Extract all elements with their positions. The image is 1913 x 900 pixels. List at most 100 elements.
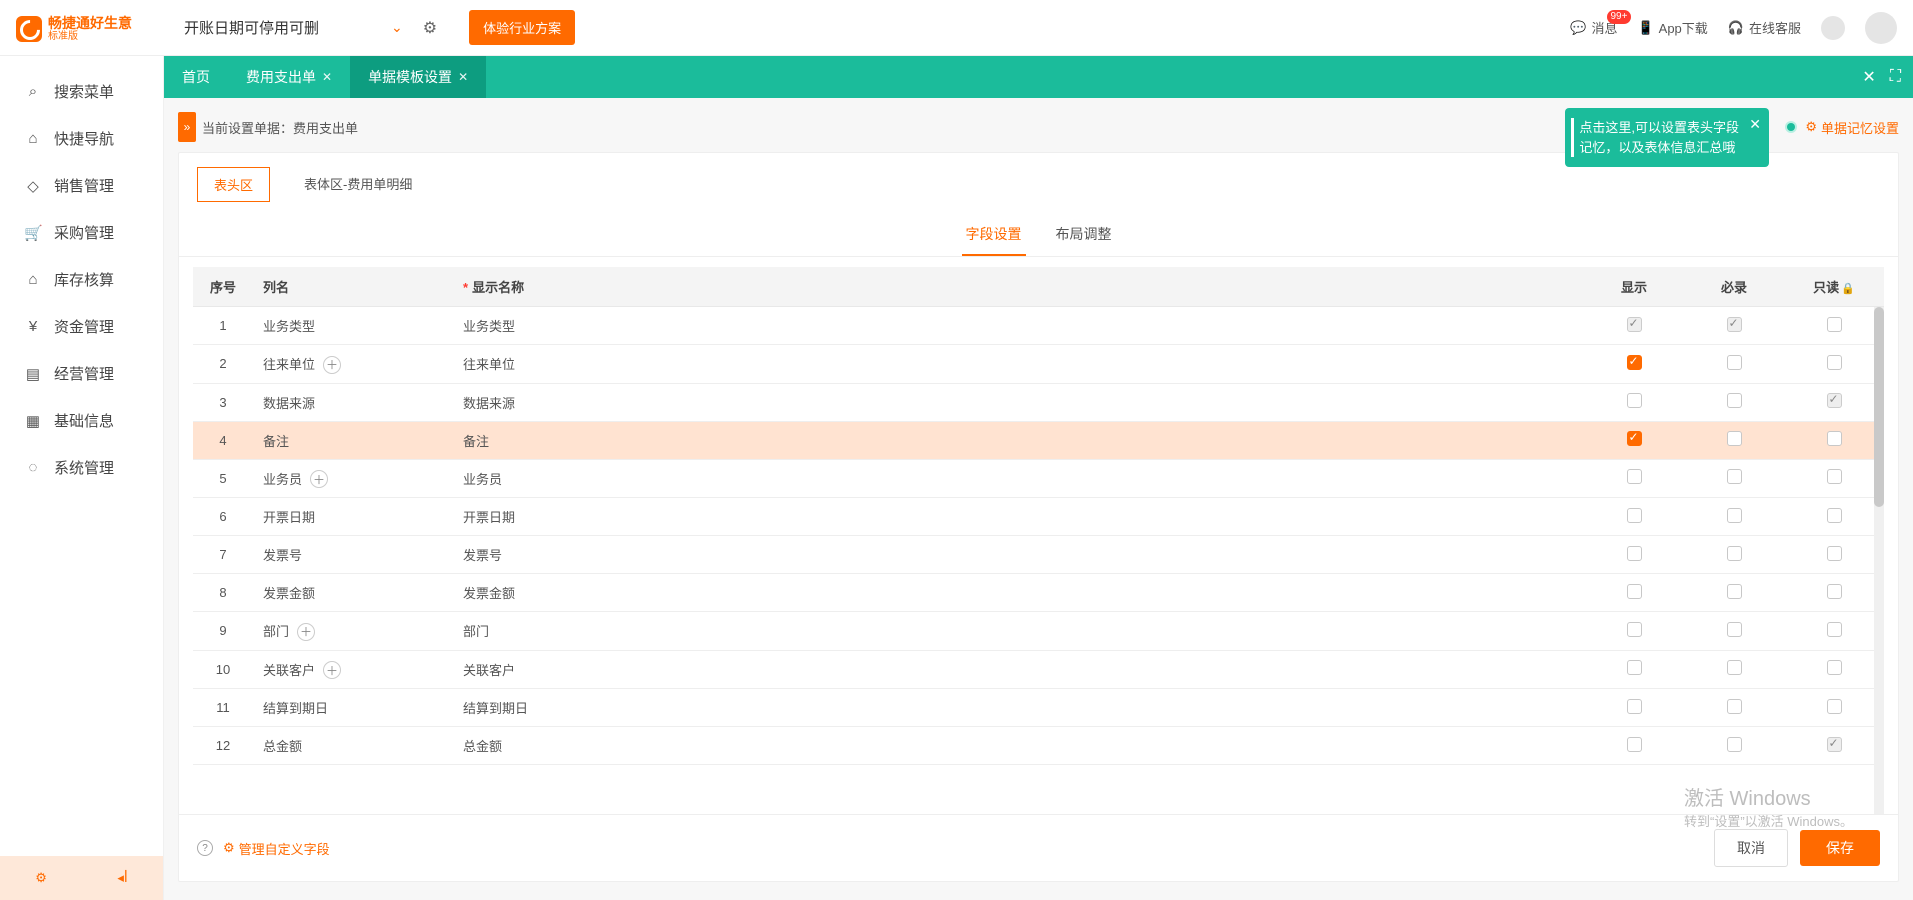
sidebar-item[interactable]: 🛒采购管理 xyxy=(0,209,163,256)
tab[interactable]: 首页 xyxy=(164,56,228,98)
sidebar-item[interactable]: ⌕搜索菜单 xyxy=(0,68,163,115)
avatar[interactable] xyxy=(1865,12,1897,44)
checkbox[interactable] xyxy=(1827,622,1842,637)
checkbox[interactable] xyxy=(1827,431,1842,446)
checkbox[interactable] xyxy=(1827,317,1842,332)
close-tab-icon[interactable]: ✕ xyxy=(458,70,468,84)
tab[interactable]: 单据模板设置✕ xyxy=(350,56,486,98)
checkbox[interactable] xyxy=(1627,393,1642,408)
checkbox[interactable] xyxy=(1827,355,1842,370)
table-row[interactable]: 2往来单位＋往来单位 xyxy=(193,345,1884,384)
checkbox[interactable] xyxy=(1727,431,1742,446)
checkbox[interactable] xyxy=(1727,546,1742,561)
table-row[interactable]: 12总金额总金额 xyxy=(193,727,1884,765)
memory-settings-link[interactable]: ⚙ 单据记忆设置 xyxy=(1787,118,1899,137)
checkbox[interactable] xyxy=(1727,622,1742,637)
sidebar-item[interactable]: ▤经营管理 xyxy=(0,350,163,397)
help-icon[interactable]: ? xyxy=(197,840,213,856)
checkbox[interactable] xyxy=(1827,584,1842,599)
close-tab-icon[interactable]: ✕ xyxy=(322,70,332,84)
sidebar-item[interactable]: ⌂快捷导航 xyxy=(0,115,163,162)
customer-service-link[interactable]: 🎧 在线客服 xyxy=(1728,18,1801,37)
table-row[interactable]: 9部门＋部门 xyxy=(193,612,1884,651)
checkbox[interactable] xyxy=(1827,737,1842,752)
checkbox[interactable] xyxy=(1627,546,1642,561)
tab[interactable]: 费用支出单✕ xyxy=(228,56,350,98)
checkbox[interactable] xyxy=(1627,355,1642,370)
add-icon[interactable]: ＋ xyxy=(323,356,341,374)
checkbox[interactable] xyxy=(1727,393,1742,408)
checkbox[interactable] xyxy=(1827,469,1842,484)
checkbox[interactable] xyxy=(1727,469,1742,484)
save-button[interactable]: 保存 xyxy=(1800,830,1880,866)
table-row[interactable]: 1业务类型业务类型 xyxy=(193,307,1884,345)
logo[interactable]: 畅捷通好生意 标准版 xyxy=(16,14,164,42)
checkbox[interactable] xyxy=(1627,660,1642,675)
sidebar-item[interactable]: ◇销售管理 xyxy=(0,162,163,209)
cell-disp[interactable]: 往来单位 xyxy=(453,345,1584,384)
zone-tab-body[interactable]: 表体区-费用单明细 xyxy=(288,167,428,202)
checkbox[interactable] xyxy=(1727,508,1742,523)
add-icon[interactable]: ＋ xyxy=(310,470,328,488)
cell-disp[interactable]: 结算到期日 xyxy=(453,689,1584,727)
collapse-icon[interactable]: ◂ꟾ xyxy=(117,870,127,886)
sidebar-item[interactable]: ▦基础信息 xyxy=(0,397,163,444)
scrollbar-thumb[interactable] xyxy=(1874,307,1884,507)
cell-disp[interactable]: 数据来源 xyxy=(453,383,1584,421)
gear-icon[interactable]: ⚙ xyxy=(423,18,437,38)
workspace-title[interactable]: 开账日期可停用可删 xyxy=(184,17,319,38)
table-row[interactable]: 7发票号发票号 xyxy=(193,536,1884,574)
messages-link[interactable]: 💬 消息 99+ xyxy=(1570,18,1617,37)
checkbox[interactable] xyxy=(1727,355,1742,370)
checkbox[interactable] xyxy=(1627,737,1642,752)
checkbox[interactable] xyxy=(1627,622,1642,637)
cell-disp[interactable]: 业务员 xyxy=(453,459,1584,498)
sidebar-item[interactable]: ⌂库存核算 xyxy=(0,256,163,303)
cell-disp[interactable]: 发票金额 xyxy=(453,574,1584,612)
checkbox[interactable] xyxy=(1827,508,1842,523)
checkbox[interactable] xyxy=(1727,660,1742,675)
cell-disp[interactable]: 业务类型 xyxy=(453,307,1584,345)
checkbox[interactable] xyxy=(1827,660,1842,675)
add-icon[interactable]: ＋ xyxy=(323,661,341,679)
zone-tab-header[interactable]: 表头区 xyxy=(197,167,270,202)
table-row[interactable]: 5业务员＋业务员 xyxy=(193,459,1884,498)
promo-button[interactable]: 体验行业方案 xyxy=(469,10,575,45)
checkbox[interactable] xyxy=(1627,584,1642,599)
table-row[interactable]: 6开票日期开票日期 xyxy=(193,498,1884,536)
close-hint-icon[interactable]: ✕ xyxy=(1749,114,1761,135)
cell-disp[interactable]: 部门 xyxy=(453,612,1584,651)
checkbox[interactable] xyxy=(1627,431,1642,446)
checkbox[interactable] xyxy=(1827,699,1842,714)
expand-icon[interactable]: » xyxy=(178,112,196,142)
cell-disp[interactable]: 总金额 xyxy=(453,727,1584,765)
checkbox[interactable] xyxy=(1727,584,1742,599)
cell-disp[interactable]: 发票号 xyxy=(453,536,1584,574)
add-icon[interactable]: ＋ xyxy=(297,623,315,641)
fullscreen-icon[interactable]: ⛶ xyxy=(1890,68,1901,86)
cell-disp[interactable]: 关联客户 xyxy=(453,650,1584,689)
sidebar-item[interactable]: ¥资金管理 xyxy=(0,303,163,350)
table-row[interactable]: 10关联客户＋关联客户 xyxy=(193,650,1884,689)
avatar-small[interactable] xyxy=(1821,16,1845,40)
table-row[interactable]: 11结算到期日结算到期日 xyxy=(193,689,1884,727)
close-all-tabs-icon[interactable]: ✕ xyxy=(1862,67,1875,87)
checkbox[interactable] xyxy=(1727,737,1742,752)
mid-tab-layout[interactable]: 布局调整 xyxy=(1052,216,1116,256)
app-download-link[interactable]: 📱 App下载 xyxy=(1637,18,1707,37)
table-row[interactable]: 3数据来源数据来源 xyxy=(193,383,1884,421)
checkbox[interactable] xyxy=(1627,699,1642,714)
settings-icon[interactable]: ⚙ xyxy=(35,870,47,886)
checkbox[interactable] xyxy=(1827,546,1842,561)
cell-disp[interactable]: 备注 xyxy=(453,421,1584,459)
checkbox[interactable] xyxy=(1827,393,1842,408)
checkbox[interactable] xyxy=(1727,699,1742,714)
manage-custom-fields-link[interactable]: ⚙ 管理自定义字段 xyxy=(223,839,330,858)
checkbox[interactable] xyxy=(1627,469,1642,484)
chevron-down-icon[interactable]: ⌄ xyxy=(391,19,403,36)
checkbox[interactable] xyxy=(1627,508,1642,523)
mid-tab-fields[interactable]: 字段设置 xyxy=(962,216,1026,256)
cell-disp[interactable]: 开票日期 xyxy=(453,498,1584,536)
table-row[interactable]: 4备注备注 xyxy=(193,421,1884,459)
table-row[interactable]: 8发票金额发票金额 xyxy=(193,574,1884,612)
